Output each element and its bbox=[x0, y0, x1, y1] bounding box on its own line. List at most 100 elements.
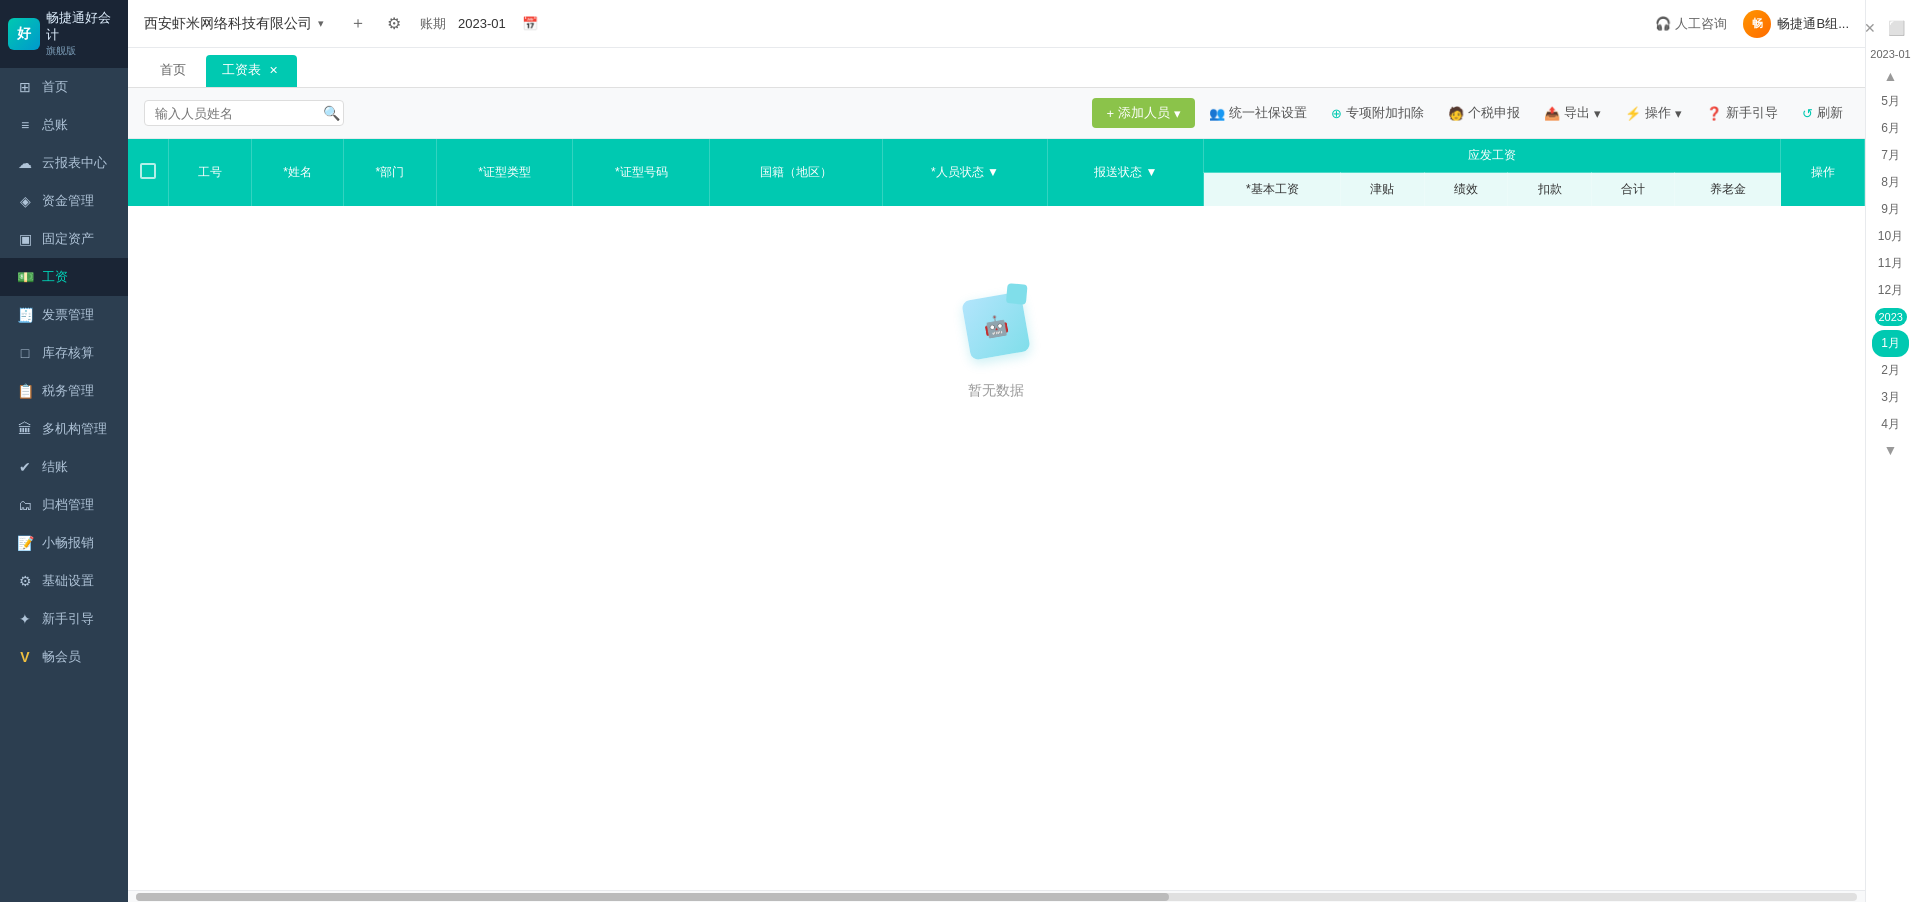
sidebar-item-inventory[interactable]: □ 库存核算 bbox=[0, 334, 128, 372]
special-deduct-icon: ⊕ bbox=[1331, 106, 1342, 121]
sidebar-item-invoice[interactable]: 🧾 发票管理 bbox=[0, 296, 128, 334]
search-input[interactable] bbox=[155, 106, 323, 121]
tab-home[interactable]: 首页 bbox=[144, 55, 202, 87]
sidebar-item-tax[interactable]: 📋 税务管理 bbox=[0, 372, 128, 410]
checkbox-col-header[interactable] bbox=[128, 139, 168, 206]
sidebar-item-ledger[interactable]: ≡ 总账 bbox=[0, 106, 128, 144]
sidebar-item-settle[interactable]: ✔ 结账 bbox=[0, 448, 128, 486]
th-deduction: 扣款 bbox=[1508, 173, 1592, 207]
special-deduct-button[interactable]: ⊕ 专项附加扣除 bbox=[1325, 100, 1430, 126]
add-company-button[interactable]: ＋ bbox=[344, 10, 372, 38]
th-nationality: 国籍（地区） bbox=[710, 139, 883, 206]
sidebar-item-label: 归档管理 bbox=[42, 496, 94, 514]
export-icon: 📤 bbox=[1544, 106, 1560, 121]
sidebar-item-fund[interactable]: ◈ 资金管理 bbox=[0, 182, 128, 220]
sidebar-item-label: 畅会员 bbox=[42, 648, 81, 666]
refresh-button[interactable]: ↺ 刷新 bbox=[1796, 100, 1849, 126]
new-guide-button[interactable]: ❓ 新手引导 bbox=[1700, 100, 1784, 126]
home-icon: ⊞ bbox=[16, 79, 34, 95]
archive-icon: 🗂 bbox=[16, 497, 34, 513]
topbar: 西安虾米网络科技有限公司 ▾ ＋ ⚙ 账期 2023-01 📅 🎧 人工咨询 畅… bbox=[128, 0, 1865, 48]
tab-salary-label: 工资表 bbox=[222, 61, 261, 79]
sidebar-item-salary[interactable]: 💵 工资 bbox=[0, 258, 128, 296]
search-icon: 🔍 bbox=[323, 105, 340, 121]
cloud-icon: ☁ bbox=[16, 155, 34, 171]
month-item-12[interactable]: 12月 bbox=[1866, 277, 1915, 304]
sidebar-nav: ⊞ 首页 ≡ 总账 ☁ 云报表中心 ◈ 资金管理 ▣ 固定资产 💵 工资 🧾 发… bbox=[0, 68, 128, 902]
sidebar-item-label: 资金管理 bbox=[42, 192, 94, 210]
tax-icon: 🧑 bbox=[1448, 106, 1464, 121]
sidebar-item-cloud-report[interactable]: ☁ 云报表中心 bbox=[0, 144, 128, 182]
month-item-1-active[interactable]: 1月 bbox=[1872, 330, 1909, 357]
th-dept: *部门 bbox=[344, 139, 436, 206]
sidebar-item-basic[interactable]: ⚙ 基础设置 bbox=[0, 562, 128, 600]
panel-header-btns: ✕ ⬜ bbox=[1866, 12, 1915, 44]
personal-tax-button[interactable]: 🧑 个税申报 bbox=[1442, 100, 1526, 126]
sidebar-item-multi-org[interactable]: 🏛 多机构管理 bbox=[0, 410, 128, 448]
sidebar-item-label: 工资 bbox=[42, 268, 68, 286]
logo-text-group: 畅捷通好会计 旗舰版 bbox=[46, 10, 120, 58]
topbar-right: 🎧 人工咨询 畅 畅捷通B组... bbox=[1655, 10, 1849, 38]
sidebar-item-label: 多机构管理 bbox=[42, 420, 107, 438]
sidebar-item-fixed-assets[interactable]: ▣ 固定资产 bbox=[0, 220, 128, 258]
inventory-icon: □ bbox=[16, 345, 34, 361]
th-performance: 绩效 bbox=[1424, 173, 1508, 207]
th-pension: 养老金 bbox=[1675, 173, 1781, 207]
social-security-button[interactable]: 👥 统一社保设置 bbox=[1203, 100, 1313, 126]
month-item-8[interactable]: 8月 bbox=[1866, 169, 1915, 196]
empty-cube: 🤖 bbox=[961, 291, 1031, 361]
salary-table: 工号 *姓名 *部门 *证型类型 *证型号码 国籍（地区） *人员状态 ▼ 报送… bbox=[128, 139, 1865, 480]
tax-icon: 📋 bbox=[16, 383, 34, 399]
th-cert-no: *证型号码 bbox=[573, 139, 710, 206]
scroll-up-icon[interactable]: ▲ bbox=[1880, 64, 1902, 88]
tab-salary-table[interactable]: 工资表 ✕ bbox=[206, 55, 297, 87]
export-button[interactable]: 📤 导出 ▾ bbox=[1538, 100, 1607, 126]
social-security-icon: 👥 bbox=[1209, 106, 1225, 121]
scroll-down-icon[interactable]: ▼ bbox=[1880, 438, 1902, 462]
month-item-5[interactable]: 5月 bbox=[1866, 88, 1915, 115]
month-item-11[interactable]: 11月 bbox=[1866, 250, 1915, 277]
period-label: 账期 bbox=[420, 15, 446, 33]
ledger-icon: ≡ bbox=[16, 117, 34, 133]
sidebar-item-guide[interactable]: ✦ 新手引导 bbox=[0, 600, 128, 638]
chevron-down-icon: ▾ bbox=[1174, 106, 1181, 121]
sidebar-item-archive[interactable]: 🗂 归档管理 bbox=[0, 486, 128, 524]
tab-close-icon[interactable]: ✕ bbox=[265, 62, 281, 78]
right-panel: ✕ ⬜ 2023-01 ▲ 5月 6月 7月 8月 9月 10月 11月 12月… bbox=[1865, 0, 1915, 902]
panel-expand-icon[interactable]: ⬜ bbox=[1884, 16, 1909, 40]
sidebar-item-home[interactable]: ⊞ 首页 bbox=[0, 68, 128, 106]
add-person-button[interactable]: + 添加人员 ▾ bbox=[1092, 98, 1195, 128]
tab-home-label: 首页 bbox=[160, 61, 186, 79]
user-info[interactable]: 畅 畅捷通B组... bbox=[1743, 10, 1849, 38]
avatar: 畅 bbox=[1743, 10, 1771, 38]
sidebar-item-label: 税务管理 bbox=[42, 382, 94, 400]
current-year-badge: 2023 bbox=[1875, 308, 1907, 326]
month-item-7[interactable]: 7月 bbox=[1866, 142, 1915, 169]
panel-close-icon[interactable]: ✕ bbox=[1865, 16, 1880, 40]
company-selector[interactable]: 西安虾米网络科技有限公司 ▾ bbox=[144, 15, 324, 33]
sidebar-item-label: 发票管理 bbox=[42, 306, 94, 324]
app-logo: 好 畅捷通好会计 旗舰版 bbox=[0, 0, 128, 68]
month-item-2[interactable]: 2月 bbox=[1866, 357, 1915, 384]
search-box: 🔍 bbox=[144, 100, 344, 126]
invoice-icon: 🧾 bbox=[16, 307, 34, 323]
horizontal-scrollbar[interactable] bbox=[128, 890, 1865, 902]
empty-icon: 🤖 bbox=[956, 286, 1036, 366]
sidebar-item-member[interactable]: V 畅会员 bbox=[0, 638, 128, 676]
operate-button[interactable]: ⚡ 操作 ▾ bbox=[1619, 100, 1688, 126]
month-item-9[interactable]: 9月 bbox=[1866, 196, 1915, 223]
settings-button[interactable]: ⚙ bbox=[380, 10, 408, 38]
month-item-6[interactable]: 6月 bbox=[1866, 115, 1915, 142]
calendar-icon[interactable]: 📅 bbox=[522, 16, 538, 31]
sidebar-item-expense[interactable]: 📝 小畅报销 bbox=[0, 524, 128, 562]
month-item-4[interactable]: 4月 bbox=[1866, 411, 1915, 438]
support-button[interactable]: 🎧 人工咨询 bbox=[1655, 15, 1727, 33]
chevron-down-icon: ▾ bbox=[318, 17, 324, 30]
sidebar-item-label: 总账 bbox=[42, 116, 68, 134]
period-display: 2023-01 bbox=[1870, 44, 1910, 64]
th-base-salary: *基本工资 bbox=[1204, 173, 1341, 207]
scrollbar-thumb[interactable] bbox=[136, 893, 1169, 901]
select-all-checkbox[interactable] bbox=[140, 163, 156, 179]
month-item-3[interactable]: 3月 bbox=[1866, 384, 1915, 411]
month-item-10[interactable]: 10月 bbox=[1866, 223, 1915, 250]
